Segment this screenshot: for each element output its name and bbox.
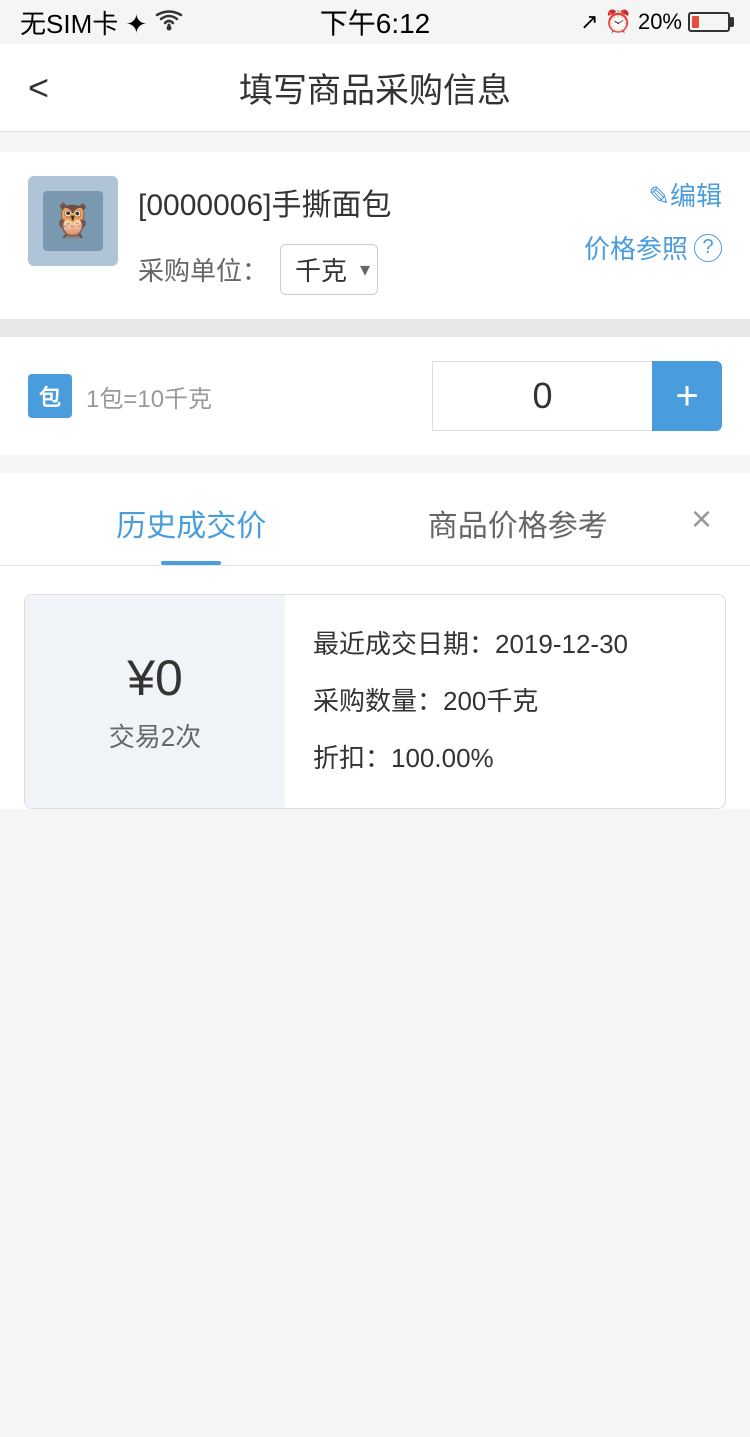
nav-bar: < 填写商品采购信息 [0, 44, 750, 132]
alarm-icon: ⏰ [605, 9, 632, 35]
recent-date-label: 最近成交日期： [313, 629, 495, 659]
wifi-icon [155, 7, 183, 38]
tabs-panel: 历史成交价 商品价格参考 × ¥0 交易2次 最近成交日期：2019-12-30… [0, 473, 750, 809]
status-left: 无SIM卡 ✦ [20, 4, 183, 41]
quantity-input-wrap: + [432, 361, 722, 431]
unit-select[interactable]: 千克 [280, 244, 378, 295]
quantity-input[interactable] [432, 361, 652, 431]
recent-date-row: 最近成交日期：2019-12-30 [313, 625, 697, 664]
quantity-conversion: 1包=10千克 [86, 379, 212, 414]
battery-pct: 20% [638, 9, 682, 35]
tabs-header: 历史成交价 商品价格参考 × [0, 473, 750, 566]
price-card: ¥0 交易2次 最近成交日期：2019-12-30 采购数量：200千克 折扣：… [24, 594, 726, 809]
price-main: ¥0 [127, 649, 183, 707]
product-owl-icon: 🦉 [52, 201, 94, 241]
discount-label: 折扣： [313, 743, 391, 773]
divider-bar [0, 319, 750, 337]
discount-row: 折扣：100.00% [313, 739, 697, 778]
unit-icon-label: 包 [39, 380, 61, 412]
bottom-fill [0, 837, 750, 1437]
help-icon: ? [694, 234, 722, 262]
status-bar: 无SIM卡 ✦ 下午6:12 ↗ ⏰ 20% [0, 0, 750, 44]
location-icon: ↗ [580, 9, 598, 35]
product-header: 🦉 [0000006]手撕面包 采购单位： 千克 ✎编辑 价格参照 ? [28, 176, 722, 295]
purchase-qty-row: 采购数量：200千克 [313, 682, 697, 721]
quantity-left: 包 1包=10千克 [28, 374, 212, 418]
product-left: 🦉 [0000006]手撕面包 采购单位： 千克 [28, 176, 391, 295]
tab-price-reference[interactable]: 商品价格参考 [354, 473, 680, 565]
product-card: 🦉 [0000006]手撕面包 采购单位： 千克 ✎编辑 价格参照 ? [0, 152, 750, 319]
product-name: [0000006]手撕面包 [138, 180, 391, 224]
product-unit-row: 采购单位： 千克 [138, 244, 391, 295]
battery-icon [688, 12, 730, 32]
price-ref-label: 价格参照 [584, 229, 688, 266]
product-info: [0000006]手撕面包 采购单位： 千克 [138, 176, 391, 295]
purchase-qty-value: 200千克 [443, 686, 538, 716]
product-thumbnail: 🦉 [28, 176, 118, 266]
discount-value: 100.00% [391, 743, 494, 773]
status-right: ↗ ⏰ 20% [580, 9, 730, 35]
page-title: 填写商品采购信息 [239, 63, 511, 112]
back-button[interactable]: < [28, 67, 49, 109]
status-time: 下午6:12 [320, 2, 431, 42]
price-currency: ¥ [127, 650, 155, 706]
quantity-plus-button[interactable]: + [652, 361, 722, 431]
price-value: 0 [155, 650, 183, 706]
edit-button[interactable]: ✎编辑 [648, 176, 722, 213]
quantity-row: 包 1包=10千克 + [0, 337, 750, 455]
product-right: ✎编辑 价格参照 ? [584, 176, 722, 266]
tab-close-button[interactable]: × [681, 478, 722, 560]
price-ref-button[interactable]: 价格参照 ? [584, 229, 722, 266]
quantity-unit-icon: 包 [28, 374, 72, 418]
unit-label: 采购单位： [138, 251, 268, 288]
product-thumb-inner: 🦉 [43, 191, 103, 251]
trade-count: 交易2次 [109, 717, 201, 754]
purchase-qty-label: 采购数量： [313, 686, 443, 716]
price-card-left: ¥0 交易2次 [25, 595, 285, 808]
tab-history-price[interactable]: 历史成交价 [28, 473, 354, 565]
unit-select-wrap[interactable]: 千克 [280, 244, 378, 295]
recent-date-value: 2019-12-30 [495, 629, 628, 659]
carrier-text: 无SIM卡 ✦ [20, 4, 147, 41]
price-card-right: 最近成交日期：2019-12-30 采购数量：200千克 折扣：100.00% [285, 595, 725, 808]
battery-fill [692, 16, 699, 28]
